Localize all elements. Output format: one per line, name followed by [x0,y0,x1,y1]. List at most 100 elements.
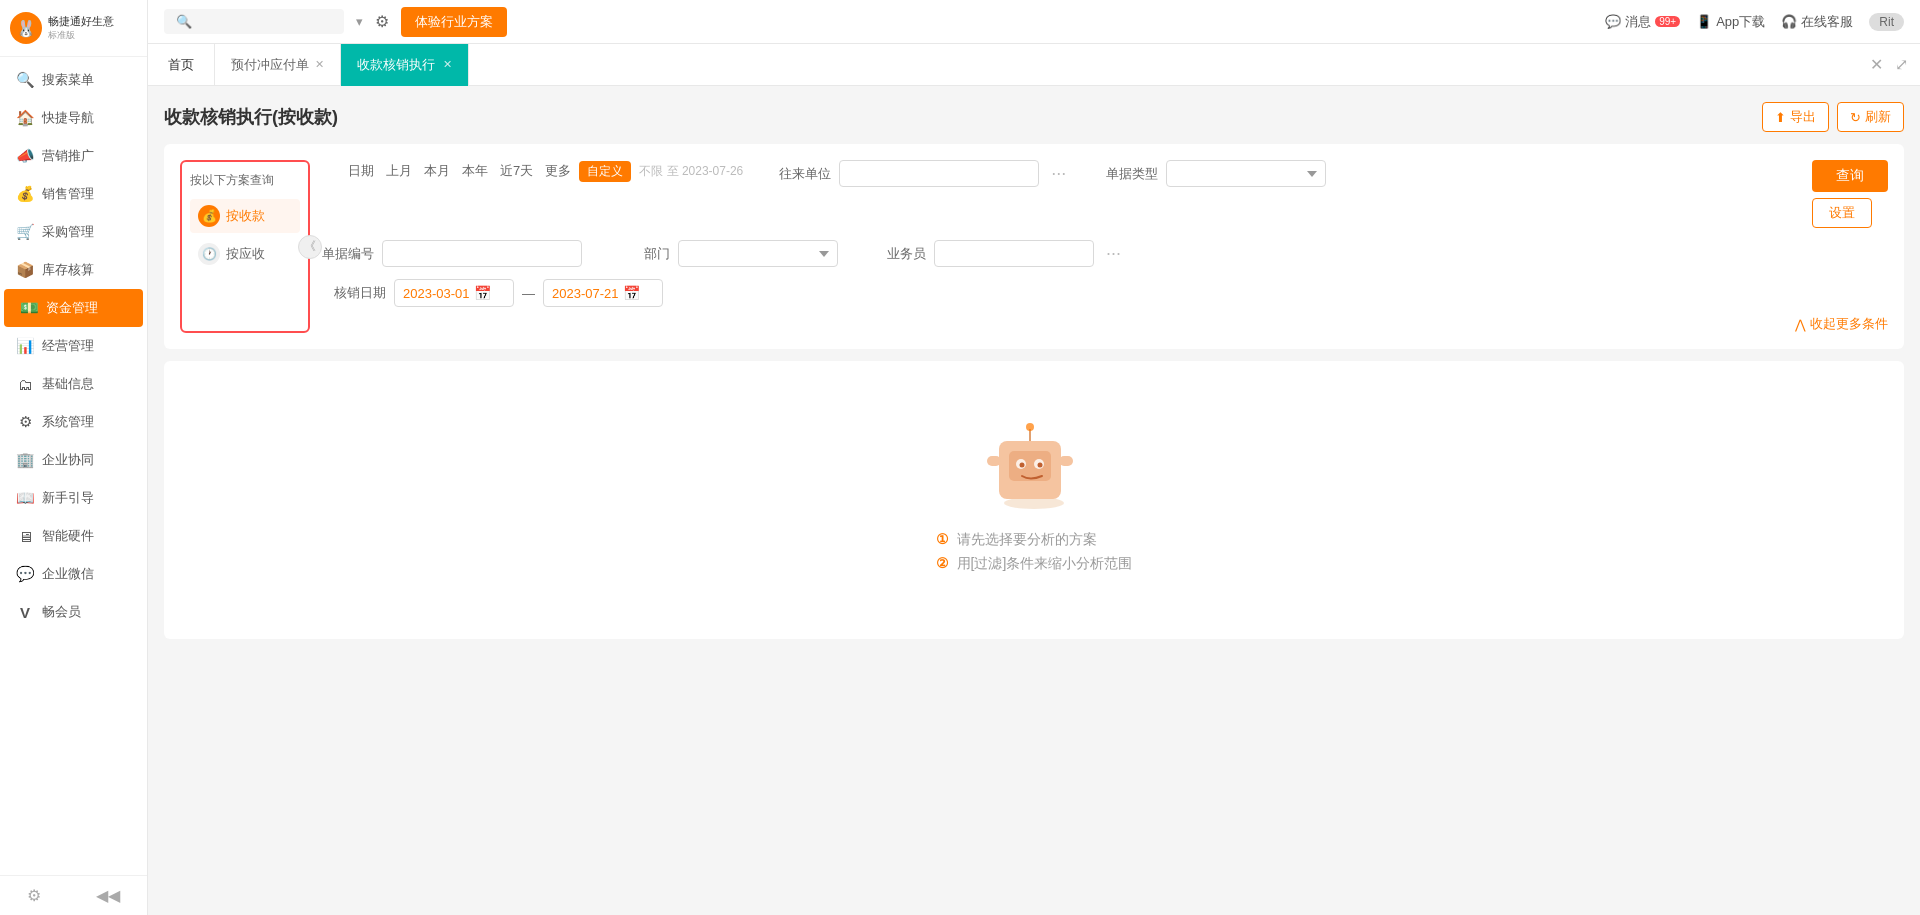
topbar-right: 💬 消息 99+ 📱 App下载 🎧 在线客服 Rit [1605,13,1904,31]
topbar: 🔍 ▾ ⚙ 体验行业方案 💬 消息 99+ 📱 App下载 🎧 在线客服 Rit [148,0,1920,44]
verify-date-end-picker[interactable]: 2023-07-21 📅 [543,279,663,307]
empty-hint-1: ① 请先选择要分析的方案 [936,531,1133,549]
date-last-7days[interactable]: 近7天 [496,160,537,182]
dept-label: 部门 [618,245,670,263]
sidebar-item-funds[interactable]: 💵 资金管理 [4,289,143,327]
sidebar-label-purchase: 采购管理 [42,223,94,241]
filter-fields: 日期 上月 本月 本年 近7天 更多 自定义 不限 至 2023-07-26 [322,160,1888,333]
empty-hint-2: ② 用[过滤]条件来缩小分析范围 [936,555,1133,573]
staff-input[interactable] [934,240,1094,267]
close-all-tabs-icon[interactable]: ✕ [1866,51,1887,78]
partner-more-icon[interactable]: ··· [1047,163,1070,184]
sidebar-item-system[interactable]: ⚙ 系统管理 [0,403,147,441]
sidebar-item-purchase[interactable]: 🛒 采购管理 [0,213,147,251]
date-this-month[interactable]: 本月 [420,160,454,182]
svg-point-5 [1020,463,1025,468]
sidebar-bottom: ⚙ ◀◀ [0,875,147,915]
doc-no-input[interactable] [382,240,582,267]
sidebar-item-basic[interactable]: 🗂 基础信息 [0,365,147,403]
management-icon: 📊 [16,337,34,355]
solution-button[interactable]: 体验行业方案 [401,7,507,37]
system-icon: ⚙ [16,413,34,431]
partner-input[interactable] [839,160,1039,187]
dept-select[interactable] [678,240,838,267]
date-label: 日期 [322,162,374,180]
funds-icon: 💵 [20,299,38,317]
sidebar-label-shortcuts: 快捷导航 [42,109,94,127]
tab-prepayment[interactable]: 预付冲应付单 ✕ [215,44,341,86]
verify-date-start-picker[interactable]: 2023-03-01 📅 [394,279,514,307]
query-button[interactable]: 查询 [1812,160,1888,192]
verify-tab-close[interactable]: ✕ [443,58,452,71]
sales-icon: 💰 [16,185,34,203]
topbar-search-box[interactable]: 🔍 [164,9,344,34]
sidebar: 🐰 畅捷通好生意 标准版 🔍 搜索菜单 🏠 快捷导航 📣 营销推广 💰 销售管理… [0,0,148,915]
tabs-end-actions: ✕ ⤢ [1866,51,1920,78]
date-this-year[interactable]: 本年 [458,160,492,182]
query-btn-area: 查询 设置 [1812,160,1888,228]
date-quick-buttons: 上月 本月 本年 近7天 更多 自定义 [382,160,631,182]
staff-more-icon[interactable]: ··· [1102,243,1125,264]
verify-date-label: 核销日期 [322,284,386,302]
wechat-icon: 💬 [16,565,34,583]
inventory-icon: 📦 [16,261,34,279]
verify-end-date: 2023-07-21 [552,286,619,301]
receivable-icon: 🕐 [198,243,220,265]
doc-type-select[interactable] [1166,160,1326,187]
sidebar-label-inventory: 库存核算 [42,261,94,279]
basic-icon: 🗂 [16,375,34,393]
refresh-button[interactable]: ↻ 刷新 [1837,102,1904,132]
filter-scheme-panel: 按以下方案查询 💰 按收款 🕐 按应收 《 [180,160,310,333]
sidebar-item-inventory[interactable]: 📦 库存核算 [0,251,147,289]
sidebar-label-system: 系统管理 [42,413,94,431]
prepayment-tab-close[interactable]: ✕ [315,58,324,71]
sidebar-item-management[interactable]: 📊 经营管理 [0,327,147,365]
sidebar-item-enterprise[interactable]: 🏢 企业协同 [0,441,147,479]
gear-icon[interactable]: ⚙ [375,12,389,31]
logo-area: 🐰 畅捷通好生意 标准版 [0,0,147,57]
filter-option-by-receipt[interactable]: 💰 按收款 [190,199,300,233]
settings-icon[interactable]: ⚙ [27,886,41,905]
settings-button[interactable]: 设置 [1812,198,1872,228]
export-button[interactable]: ⬆ 导出 [1762,102,1829,132]
sidebar-item-hardware[interactable]: 🖥 智能硬件 [0,517,147,555]
svg-rect-8 [1059,456,1073,466]
date-last-month[interactable]: 上月 [382,160,416,182]
main-area: 🔍 ▾ ⚙ 体验行业方案 💬 消息 99+ 📱 App下载 🎧 在线客服 Rit [148,0,1920,915]
sidebar-label-guide: 新手引导 [42,489,94,507]
sidebar-item-sales[interactable]: 💰 销售管理 [0,175,147,213]
sidebar-label-wechat: 企业微信 [42,565,94,583]
sidebar-item-guide[interactable]: 📖 新手引导 [0,479,147,517]
expand-tabs-icon[interactable]: ⤢ [1891,51,1912,78]
sidebar-label-enterprise: 企业协同 [42,451,94,469]
app-download-label: App下载 [1716,13,1765,31]
home-tab-label: 首页 [168,56,194,74]
tab-home[interactable]: 首页 [148,44,215,86]
service-label: 在线客服 [1801,13,1853,31]
tab-verify[interactable]: 收款核销执行 ✕ [341,44,469,86]
sidebar-label-search: 搜索菜单 [42,71,94,89]
collapse-more-button[interactable]: ⋀ 收起更多条件 [322,315,1888,333]
service-icon: 🎧 [1781,14,1797,29]
sidebar-item-marketing[interactable]: 📣 营销推广 [0,137,147,175]
date-custom[interactable]: 自定义 [579,161,631,182]
app-download-button[interactable]: 📱 App下载 [1696,13,1765,31]
date-more[interactable]: 更多 [541,160,575,182]
sidebar-item-shortcuts[interactable]: 🏠 快捷导航 [0,99,147,137]
sidebar-item-search[interactable]: 🔍 搜索菜单 [0,61,147,99]
user-avatar[interactable]: Rit [1869,13,1904,31]
partner-label: 往来单位 [779,165,831,183]
sidebar-item-wechat[interactable]: 💬 企业微信 [0,555,147,593]
online-service-button[interactable]: 🎧 在线客服 [1781,13,1853,31]
filter-option-by-receivable[interactable]: 🕐 按应收 [190,237,300,271]
sidebar-menu: 🔍 搜索菜单 🏠 快捷导航 📣 营销推广 💰 销售管理 🛒 采购管理 📦 库存核… [0,57,147,875]
filter-sidebar-collapse-icon[interactable]: 《 [298,235,322,259]
sidebar-item-member[interactable]: V 畅会员 [0,593,147,631]
collapse-sidebar-icon[interactable]: ◀◀ [96,886,120,905]
message-button[interactable]: 💬 消息 99+ [1605,13,1680,31]
verify-start-date: 2023-03-01 [403,286,470,301]
page-header: 收款核销执行(按收款) ⬆ 导出 ↻ 刷新 [164,102,1904,132]
app-name: 畅捷通好生意 [48,14,114,28]
sidebar-label-funds: 资金管理 [46,299,98,317]
dropdown-arrow-icon[interactable]: ▾ [356,14,363,29]
